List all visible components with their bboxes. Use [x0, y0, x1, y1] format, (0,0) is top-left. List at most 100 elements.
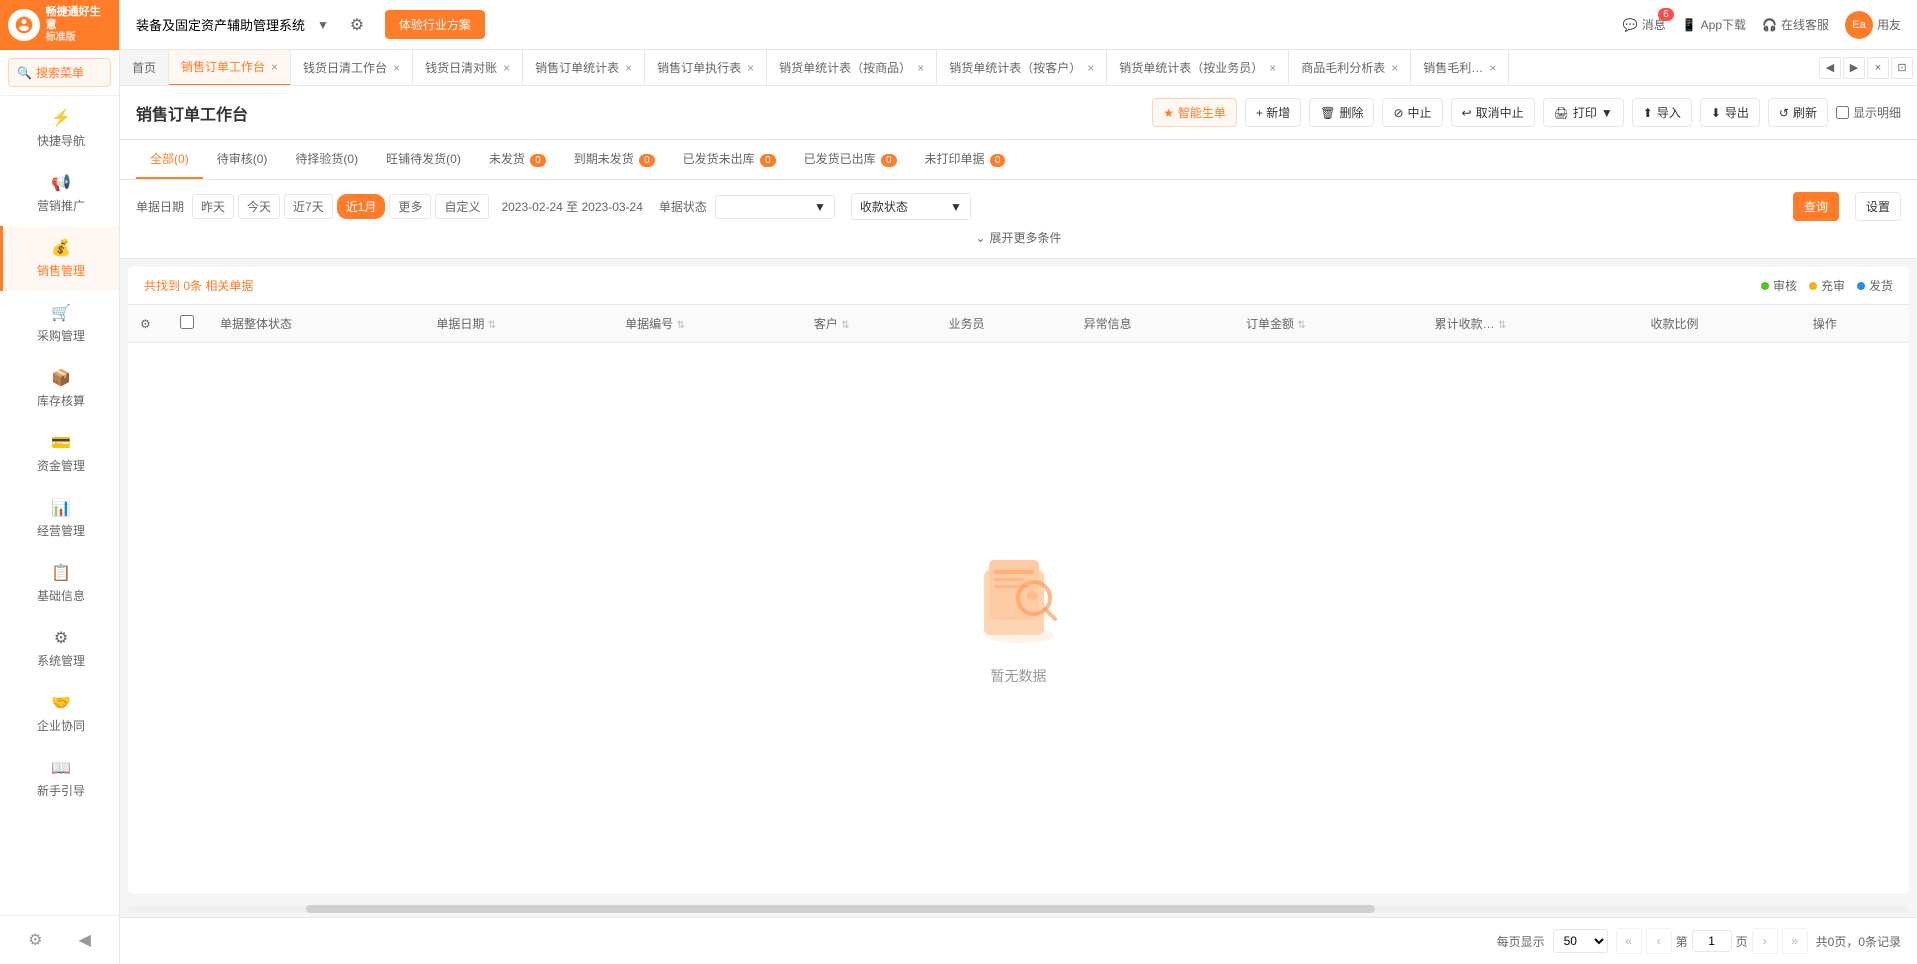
payment-status-select[interactable]: 收款状态 ▼: [851, 193, 971, 220]
sidebar-item-basic-info[interactable]: 📋 基础信息: [0, 551, 119, 616]
tab-sales-exec[interactable]: 销售订单执行表 ×: [645, 50, 767, 86]
sidebar-item-inventory[interactable]: 📦 库存核算: [0, 356, 119, 421]
message-button[interactable]: 💬 消息 6: [1623, 16, 1666, 33]
per-page-select[interactable]: 20 50 100: [1553, 929, 1608, 953]
delete-icon: 🗑: [1320, 106, 1335, 120]
tab-sales-profit[interactable]: 销售毛利… ×: [1411, 50, 1509, 86]
industry-solution-button[interactable]: 体验行业方案: [385, 10, 485, 39]
sub-tab-shipped-not-out[interactable]: 已发货未出库 0: [669, 140, 790, 179]
tab-profit-analysis[interactable]: 商品毛利分析表 ×: [1289, 50, 1411, 86]
tab-sales-stats[interactable]: 销售订单统计表 ×: [523, 50, 645, 86]
filter-date-more[interactable]: 更多: [389, 194, 431, 219]
user-menu[interactable]: Ea 用友: [1845, 11, 1901, 39]
tab-close-goods-customer[interactable]: ×: [1087, 62, 1094, 74]
tab-close-goods-product[interactable]: ×: [917, 62, 924, 74]
filter-date-custom[interactable]: 自定义: [435, 194, 489, 219]
pagination-last[interactable]: »: [1782, 928, 1808, 954]
app-download-button[interactable]: 📱 App下载: [1682, 16, 1746, 33]
online-service-button[interactable]: 🎧 在线客服: [1762, 16, 1829, 33]
sub-tab-all[interactable]: 全部(0): [136, 140, 203, 179]
sidebar-item-management[interactable]: 📊 经营管理: [0, 486, 119, 551]
filter-date-yesterday[interactable]: 昨天: [192, 194, 234, 219]
batch-ship-button[interactable]: 发货: [1857, 277, 1893, 294]
tab-close-sales-exec[interactable]: ×: [747, 62, 754, 74]
tabs-close-all[interactable]: ×: [1867, 57, 1889, 79]
show-detail-checkbox[interactable]: [1836, 106, 1849, 119]
page-input[interactable]: [1692, 930, 1732, 952]
sidebar-item-system[interactable]: ⚙ 系统管理: [0, 616, 119, 681]
settings-footer-button[interactable]: ⚙: [24, 926, 46, 954]
topbar-settings-button[interactable]: ⚙: [341, 9, 373, 41]
sub-tab-unprinted[interactable]: 未打印单据 0: [911, 140, 1020, 179]
tabs-next-arrow[interactable]: ▶: [1843, 57, 1865, 79]
col-settings: ⚙: [128, 305, 168, 343]
add-button[interactable]: + 新增: [1245, 98, 1301, 127]
sidebar-item-purchase[interactable]: 🛒 采购管理: [0, 291, 119, 356]
tab-close-cash-clear[interactable]: ×: [393, 62, 400, 74]
import-button[interactable]: ⬆ 导入: [1632, 98, 1692, 127]
smart-create-button[interactable]: ★ 智能生单: [1152, 98, 1237, 127]
print-button[interactable]: 🖨 打印 ▼: [1543, 98, 1624, 127]
pagination-buttons: « ‹ 第 页 › »: [1616, 928, 1808, 954]
batch-review-button[interactable]: 审核: [1761, 277, 1797, 294]
status-select[interactable]: ▼: [715, 195, 835, 219]
pagination-first[interactable]: «: [1616, 928, 1642, 954]
sidebar-item-quick-nav[interactable]: ⚡ 快捷导航: [0, 96, 119, 161]
tab-close-goods-salesperson[interactable]: ×: [1269, 62, 1276, 74]
sidebar-item-sales[interactable]: 💰 销售管理: [0, 226, 119, 291]
scrollbar-thumb[interactable]: [306, 905, 1375, 913]
filter-date-today[interactable]: 今天: [238, 194, 280, 219]
tabs-prev-arrow[interactable]: ◀: [1819, 57, 1841, 79]
sub-tab-overdue-unshipped[interactable]: 到期未发货 0: [560, 140, 669, 179]
tab-goods-stats-product[interactable]: 销货单统计表（按商品） ×: [767, 50, 937, 86]
pagination-next[interactable]: ›: [1752, 928, 1778, 954]
settings-filter-button[interactable]: 设置: [1855, 192, 1901, 221]
tab-close-profit[interactable]: ×: [1391, 62, 1398, 74]
batch-unreview-button[interactable]: 充审: [1809, 277, 1845, 294]
stop-button[interactable]: ⊘ 中止: [1382, 98, 1442, 127]
col-amount[interactable]: 订单金额 ⇅: [1234, 305, 1423, 343]
unprinted-badge: 0: [990, 154, 1006, 167]
system-dropdown-button[interactable]: ▼: [317, 18, 329, 32]
horizontal-scrollbar[interactable]: [128, 905, 1909, 913]
refresh-button[interactable]: ↺ 刷新: [1768, 98, 1828, 127]
tab-cash-clear[interactable]: 钱货日清工作台 ×: [291, 50, 413, 86]
filter-date-7days[interactable]: 近7天: [284, 194, 333, 219]
tab-close-sales-order[interactable]: ×: [271, 61, 278, 73]
tab-close-sales-profit[interactable]: ×: [1489, 62, 1496, 74]
sidebar-item-marketing[interactable]: 📢 营销推广: [0, 161, 119, 226]
sub-tab-pending-review[interactable]: 待审核(0): [203, 140, 282, 179]
tab-close-cash-reconcile[interactable]: ×: [503, 62, 510, 74]
pagination-prev[interactable]: ‹: [1646, 928, 1672, 954]
table-settings-icon[interactable]: ⚙: [140, 317, 151, 331]
col-number[interactable]: 单据编号 ⇅: [613, 305, 802, 343]
cancel-stop-button[interactable]: ↩ 取消中止: [1451, 98, 1535, 127]
col-date[interactable]: 单据日期 ⇅: [424, 305, 613, 343]
sub-tab-pending-inspect[interactable]: 待择验货(0): [281, 140, 372, 179]
col-cumulative[interactable]: 累计收款… ⇅: [1423, 305, 1639, 343]
delete-button[interactable]: 🗑 删除: [1309, 98, 1374, 127]
sidebar-item-guide[interactable]: 📖 新手引导: [0, 746, 119, 811]
expand-filter-button[interactable]: ⌄ 展开更多条件: [136, 229, 1901, 246]
sub-tab-wangpu-ship[interactable]: 旺铺待发货(0): [372, 140, 475, 179]
col-customer[interactable]: 客户 ⇅: [802, 305, 937, 343]
tab-close-sales-stats[interactable]: ×: [625, 62, 632, 74]
cart-icon: 🛒: [51, 303, 71, 323]
sidebar-item-enterprise[interactable]: 🤝 企业协同: [0, 681, 119, 746]
tab-home[interactable]: 首页: [120, 50, 169, 86]
sub-tab-unshipped[interactable]: 未发货 0: [475, 140, 560, 179]
tabs-expand[interactable]: ⊡: [1891, 57, 1913, 79]
tab-cash-reconcile[interactable]: 钱货日清对账 ×: [413, 50, 523, 86]
sidebar-item-finance[interactable]: 💳 资金管理: [0, 421, 119, 486]
search-button[interactable]: 查询: [1793, 192, 1839, 221]
export-button[interactable]: ⬇ 导出: [1700, 98, 1760, 127]
tab-goods-stats-customer[interactable]: 销货单统计表（按客户） ×: [937, 50, 1107, 86]
sub-tab-shipped-out[interactable]: 已发货已出库 0: [790, 140, 911, 179]
search-menu-button[interactable]: 🔍 搜索菜单: [8, 58, 111, 87]
select-all-checkbox[interactable]: [180, 315, 194, 329]
collapse-sidebar-button[interactable]: ◀: [75, 926, 95, 954]
filter-date-1month[interactable]: 近1月: [337, 194, 386, 219]
tab-goods-stats-salesperson[interactable]: 销货单统计表（按业务员） ×: [1107, 50, 1289, 86]
show-detail-checkbox-label[interactable]: 显示明细: [1836, 104, 1901, 121]
tab-sales-order[interactable]: 销售订单工作台 ×: [169, 50, 291, 86]
